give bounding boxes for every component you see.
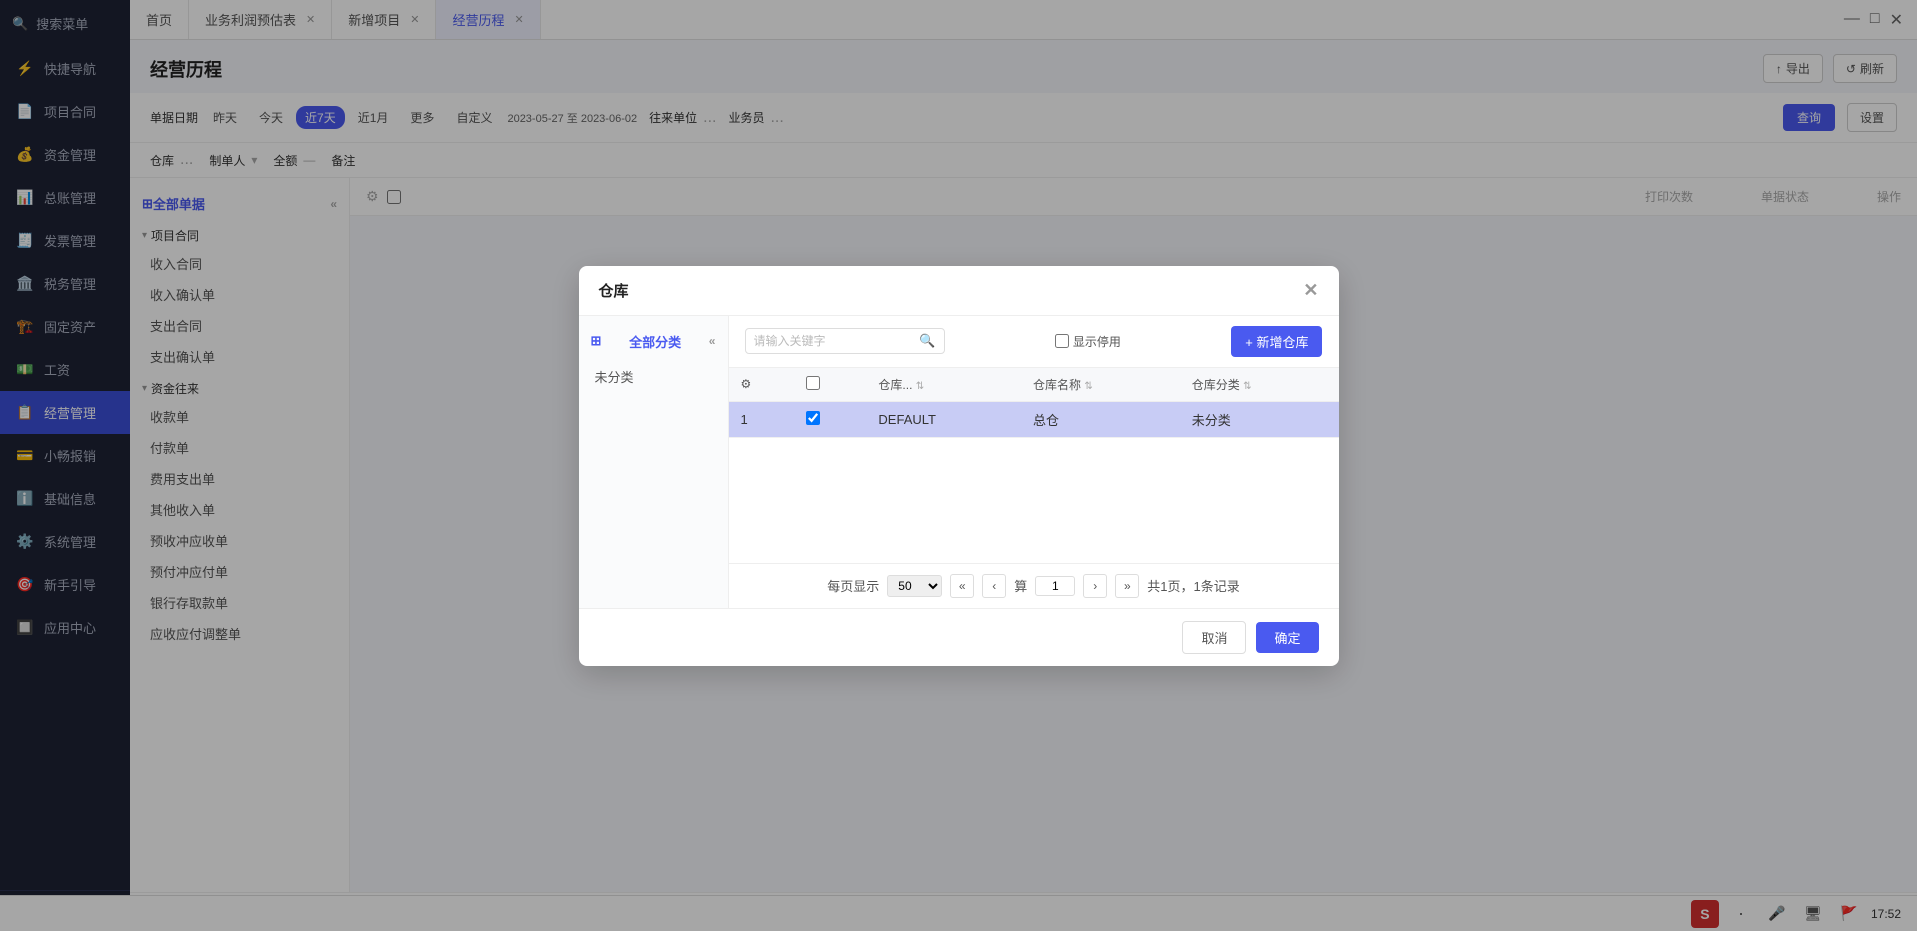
modal-actions: 取消 确定: [579, 608, 1339, 666]
cancel-button[interactable]: 取消: [1182, 621, 1246, 654]
modal-prev-page[interactable]: ‹: [982, 574, 1006, 598]
modal-title: 仓库: [599, 280, 629, 301]
modal-per-page-select[interactable]: 50 100: [887, 575, 942, 597]
uncategorized-label: 未分类: [595, 370, 634, 385]
modal-per-page-label: 每页显示: [827, 576, 879, 595]
modal-sidebar-collapse[interactable]: «: [709, 334, 716, 348]
modal-page-number[interactable]: [1035, 576, 1075, 596]
modal-sidebar: ⊞ 全部分类 « 未分类: [579, 316, 729, 608]
show-disabled-label: 显示停用: [1073, 333, 1121, 350]
confirm-button[interactable]: 确定: [1256, 622, 1318, 653]
modal-toolbar: 🔍 显示停用 + 新增仓库: [729, 316, 1339, 368]
modal-close-button[interactable]: ✕: [1303, 280, 1318, 301]
modal-sidebar-header[interactable]: ⊞ 全部分类 «: [579, 324, 728, 359]
modal-body: ⊞ 全部分类 « 未分类 🔍 显示停用: [579, 316, 1339, 608]
settings-col-icon: ⚙: [741, 377, 752, 391]
col-settings[interactable]: ⚙: [729, 368, 795, 402]
all-categories-label: 全部分类: [629, 332, 681, 351]
search-icon: 🔍: [919, 333, 935, 349]
col-warehouse-name: 仓库名称 ⇅: [1021, 368, 1180, 402]
add-warehouse-button[interactable]: + 新增仓库: [1231, 326, 1322, 357]
row-code-1: DEFAULT: [866, 401, 1021, 437]
modal-pagination: 每页显示 50 100 « ‹ 算 › » 共1页，1条记录: [729, 563, 1339, 608]
row-id-1: 1: [729, 401, 795, 437]
warehouse-modal: 仓库 ✕ ⊞ 全部分类 « 未分类: [579, 266, 1339, 666]
modal-page-label: 算: [1014, 576, 1027, 595]
modal-search-input[interactable]: [754, 334, 914, 348]
table-row[interactable]: 1 DEFAULT 总仓 未分类: [729, 401, 1339, 437]
row-checkbox-1[interactable]: [794, 401, 866, 437]
col-checkbox: [794, 368, 866, 402]
sort-icon-code: ⇅: [916, 381, 924, 392]
table-select-all[interactable]: [806, 376, 820, 390]
modal-next-page[interactable]: ›: [1083, 574, 1107, 598]
modal-table: ⚙ 仓库... ⇅ 仓库名称 ⇅: [729, 368, 1339, 563]
modal-sidebar-item-uncategorized[interactable]: 未分类: [579, 359, 728, 394]
modal-header: 仓库 ✕: [579, 266, 1339, 316]
table-header-row: ⚙ 仓库... ⇅ 仓库名称 ⇅: [729, 368, 1339, 402]
modal-overlay: 仓库 ✕ ⊞ 全部分类 « 未分类: [0, 0, 1917, 931]
modal-last-page[interactable]: »: [1115, 574, 1139, 598]
row-name-1: 总仓: [1021, 401, 1180, 437]
modal-total-text: 共1页，1条记录: [1147, 576, 1239, 595]
show-disabled-checkbox[interactable]: [1055, 334, 1069, 348]
col-warehouse-category: 仓库分类 ⇅: [1180, 368, 1339, 402]
modal-first-page[interactable]: «: [950, 574, 974, 598]
modal-content: 🔍 显示停用 + 新增仓库 ⚙: [729, 316, 1339, 608]
sort-icon-name: ⇅: [1084, 381, 1092, 392]
modal-search-box[interactable]: 🔍: [745, 328, 945, 354]
row-category-1: 未分类: [1180, 401, 1339, 437]
sort-icon-category: ⇅: [1243, 381, 1251, 392]
all-categories-icon: ⊞: [591, 333, 602, 349]
show-disabled-toggle: 显示停用: [1055, 333, 1121, 350]
col-warehouse-code: 仓库... ⇅: [866, 368, 1021, 402]
